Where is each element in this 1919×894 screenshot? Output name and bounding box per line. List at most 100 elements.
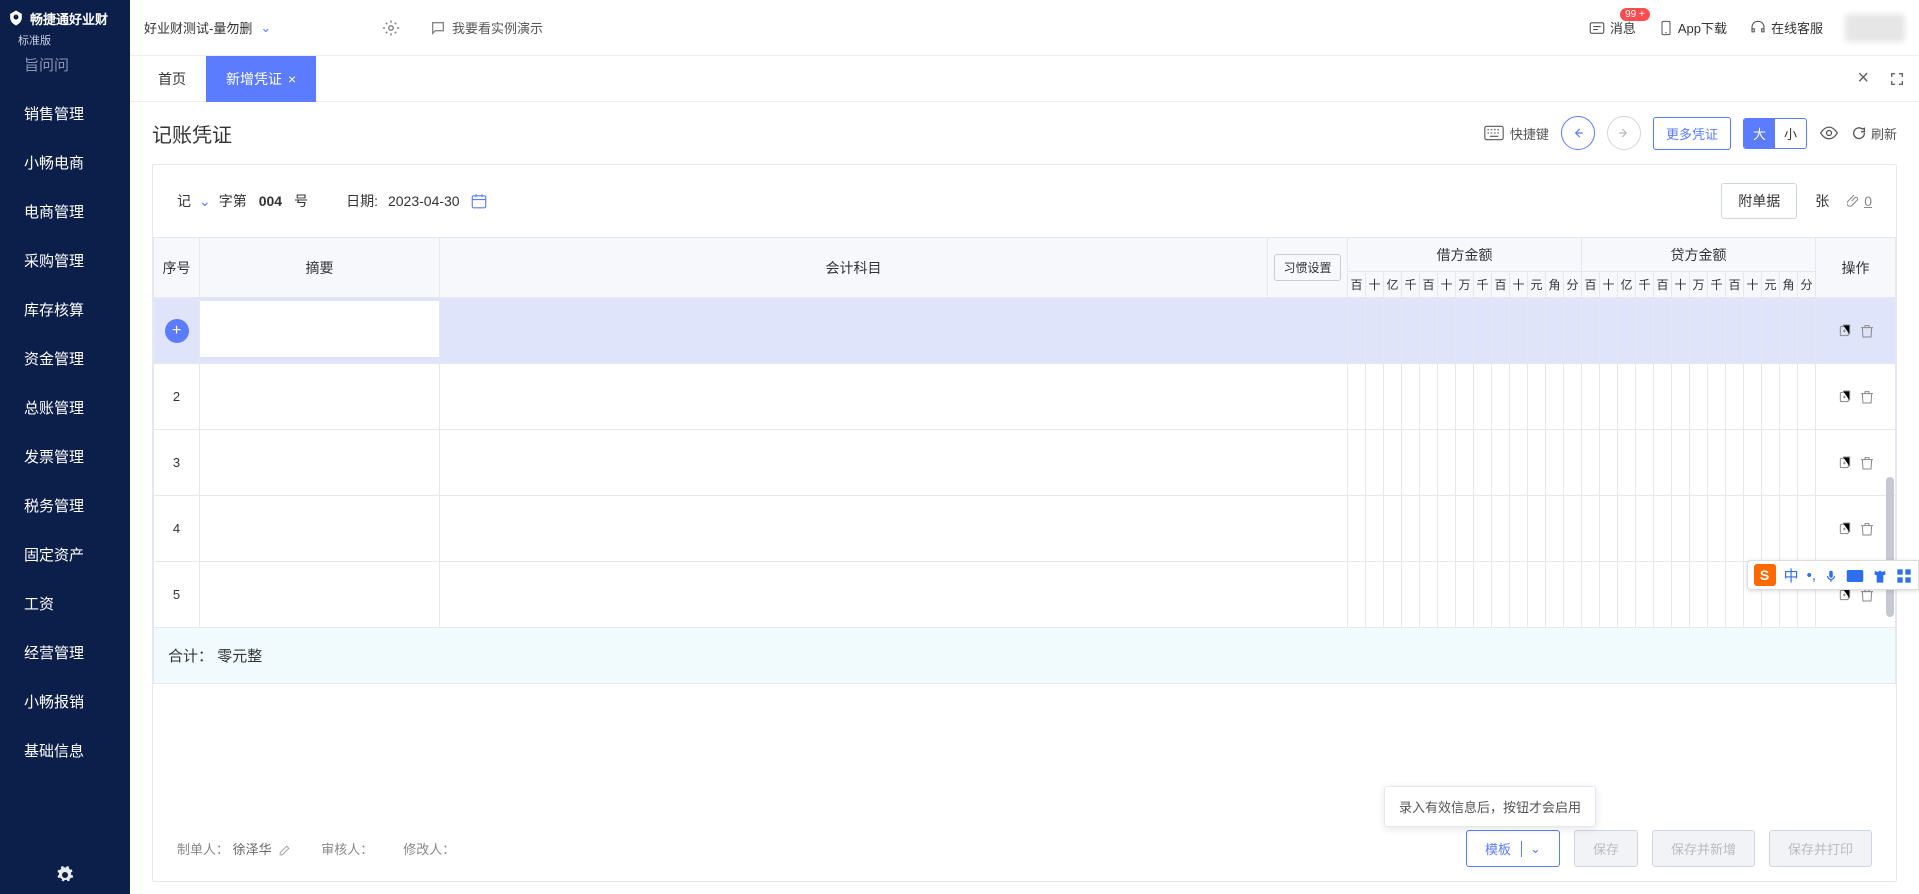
amount-digit-cell[interactable] <box>1402 562 1420 628</box>
amount-digit-cell[interactable] <box>1564 430 1582 496</box>
copy-row-icon[interactable] <box>1837 389 1853 405</box>
delete-row-icon[interactable] <box>1859 323 1875 339</box>
ime-toolbar[interactable]: S 中 •, <box>1747 560 1919 590</box>
amount-digit-cell[interactable] <box>1546 298 1564 364</box>
amount-digit-cell[interactable] <box>1726 562 1744 628</box>
amount-digit-cell[interactable] <box>1384 496 1402 562</box>
amount-digit-cell[interactable] <box>1366 562 1384 628</box>
amount-digit-cell[interactable] <box>1456 364 1474 430</box>
more-vouchers-button[interactable]: 更多凭证 <box>1653 117 1731 150</box>
amount-digit-cell[interactable] <box>1402 364 1420 430</box>
amount-digit-cell[interactable] <box>1636 430 1654 496</box>
add-row-button[interactable]: + <box>165 319 189 343</box>
amount-digit-cell[interactable] <box>1582 496 1600 562</box>
amount-digit-cell[interactable] <box>1348 496 1366 562</box>
amount-digit-cell[interactable] <box>1600 298 1618 364</box>
table-row[interactable]: 4 <box>154 496 1896 562</box>
sidebar-item-ledger[interactable]: 总账管理 <box>0 383 130 432</box>
amount-digit-cell[interactable] <box>1420 430 1438 496</box>
ime-voice-button[interactable] <box>1824 566 1838 583</box>
amount-digit-cell[interactable] <box>1780 430 1798 496</box>
amount-digit-cell[interactable] <box>1762 298 1780 364</box>
user-avatar[interactable] <box>1845 14 1905 42</box>
amount-digit-cell[interactable] <box>1744 430 1762 496</box>
amount-digit-cell[interactable] <box>1456 430 1474 496</box>
account-cell[interactable] <box>440 298 1348 364</box>
amount-digit-cell[interactable] <box>1456 298 1474 364</box>
amount-digit-cell[interactable] <box>1546 364 1564 430</box>
amount-digit-cell[interactable] <box>1456 562 1474 628</box>
sidebar-item-funds[interactable]: 资金管理 <box>0 334 130 383</box>
amount-digit-cell[interactable] <box>1510 430 1528 496</box>
org-settings-button[interactable] <box>382 19 400 37</box>
ime-keyboard-button[interactable] <box>1846 567 1864 584</box>
tab-new-voucher[interactable]: 新增凭证 × <box>206 56 316 102</box>
summary-cell[interactable] <box>200 298 440 364</box>
amount-digit-cell[interactable] <box>1780 364 1798 430</box>
amount-digit-cell[interactable] <box>1708 496 1726 562</box>
amount-digit-cell[interactable] <box>1708 430 1726 496</box>
account-cell[interactable] <box>440 364 1348 430</box>
org-selector[interactable]: 好业财测试-量勿删 ⌄ <box>144 18 374 37</box>
amount-digit-cell[interactable] <box>1582 364 1600 430</box>
amount-digit-cell[interactable] <box>1510 298 1528 364</box>
summary-cell[interactable] <box>200 364 440 430</box>
amount-digit-cell[interactable] <box>1600 496 1618 562</box>
amount-digit-cell[interactable] <box>1402 430 1420 496</box>
amount-digit-cell[interactable] <box>1384 298 1402 364</box>
amount-digit-cell[interactable] <box>1744 364 1762 430</box>
amount-digit-cell[interactable] <box>1798 298 1816 364</box>
amount-digit-cell[interactable] <box>1618 562 1636 628</box>
amount-digit-cell[interactable] <box>1456 496 1474 562</box>
summary-cell[interactable] <box>200 496 440 562</box>
amount-digit-cell[interactable] <box>1528 364 1546 430</box>
amount-digit-cell[interactable] <box>1654 562 1672 628</box>
amount-digit-cell[interactable] <box>1726 364 1744 430</box>
date-value[interactable]: 2023-04-30 <box>388 193 460 209</box>
amount-digit-cell[interactable] <box>1762 430 1780 496</box>
amount-digit-cell[interactable] <box>1582 298 1600 364</box>
amount-digit-cell[interactable] <box>1564 562 1582 628</box>
sidebar-item-ecom-mgmt[interactable]: 电商管理 <box>0 187 130 236</box>
size-small-button[interactable]: 小 <box>1775 119 1806 148</box>
sidebar-item-assets[interactable]: 固定资产 <box>0 530 130 579</box>
shortcut-button[interactable]: 快捷键 <box>1484 124 1549 143</box>
summary-cell[interactable] <box>200 430 440 496</box>
amount-digit-cell[interactable] <box>1402 298 1420 364</box>
amount-digit-cell[interactable] <box>1510 496 1528 562</box>
account-cell[interactable] <box>440 562 1348 628</box>
delete-row-icon[interactable] <box>1859 455 1875 471</box>
ime-toolbox-button[interactable] <box>1896 566 1912 583</box>
preview-button[interactable] <box>1819 125 1839 141</box>
amount-digit-cell[interactable] <box>1672 364 1690 430</box>
amount-digit-cell[interactable] <box>1546 562 1564 628</box>
amount-digit-cell[interactable] <box>1798 430 1816 496</box>
amount-digit-cell[interactable] <box>1636 496 1654 562</box>
amount-digit-cell[interactable] <box>1474 496 1492 562</box>
size-large-button[interactable]: 大 <box>1744 119 1775 148</box>
sidebar-item-tax[interactable]: 税务管理 <box>0 481 130 530</box>
sidebar-item-basic[interactable]: 基础信息 <box>0 726 130 775</box>
amount-digit-cell[interactable] <box>1690 496 1708 562</box>
fullscreen-button[interactable] <box>1889 70 1905 87</box>
amount-digit-cell[interactable] <box>1762 496 1780 562</box>
delete-row-icon[interactable] <box>1859 521 1875 537</box>
amount-digit-cell[interactable] <box>1636 562 1654 628</box>
amount-digit-cell[interactable] <box>1402 496 1420 562</box>
habit-settings-button[interactable]: 习惯设置 <box>1274 254 1340 281</box>
sidebar-item-ecom-xc[interactable]: 小畅电商 <box>0 138 130 187</box>
tab-home[interactable]: 首页 <box>138 56 206 102</box>
amount-digit-cell[interactable] <box>1708 364 1726 430</box>
amount-digit-cell[interactable] <box>1564 298 1582 364</box>
amount-digit-cell[interactable] <box>1726 496 1744 562</box>
amount-digit-cell[interactable] <box>1384 562 1402 628</box>
amount-digit-cell[interactable] <box>1510 364 1528 430</box>
account-cell[interactable] <box>440 496 1348 562</box>
ime-punct-button[interactable]: •, <box>1807 567 1816 584</box>
amount-digit-cell[interactable] <box>1582 562 1600 628</box>
amount-digit-cell[interactable] <box>1564 364 1582 430</box>
chevron-down-icon[interactable]: ⌄ <box>199 193 211 210</box>
amount-digit-cell[interactable] <box>1618 364 1636 430</box>
amount-digit-cell[interactable] <box>1600 430 1618 496</box>
amount-digit-cell[interactable] <box>1366 496 1384 562</box>
